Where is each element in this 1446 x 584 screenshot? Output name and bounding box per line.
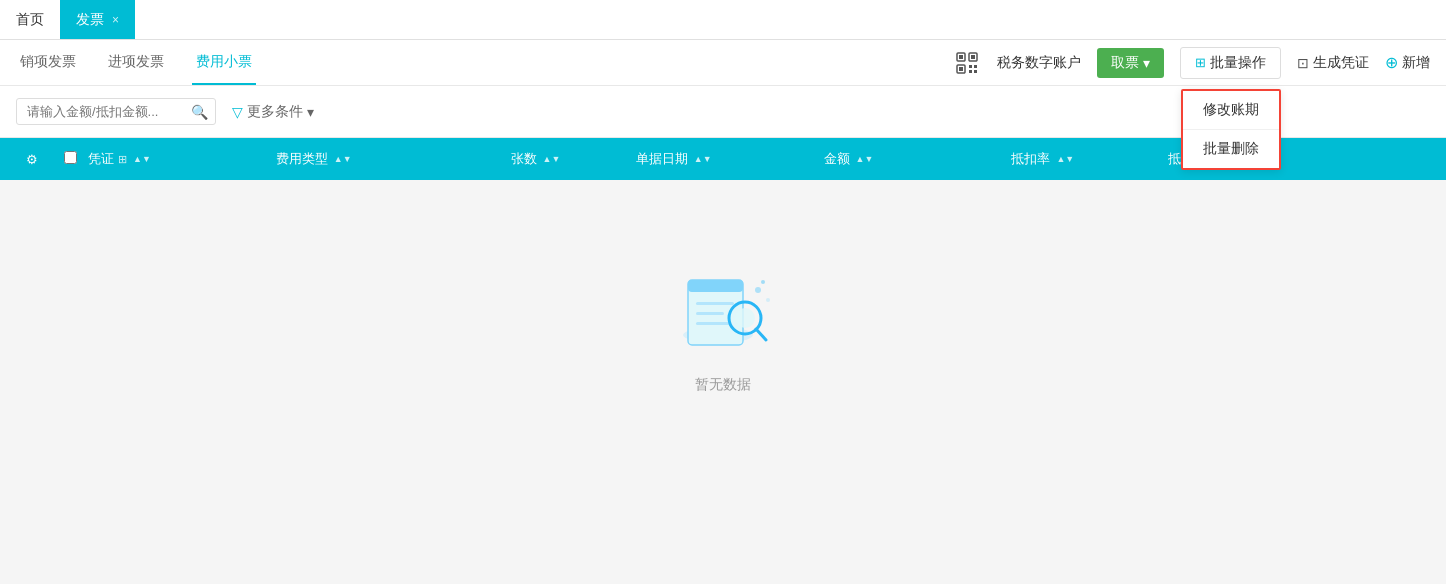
nav-tab-invoice[interactable]: 发票 × bbox=[60, 0, 135, 39]
svg-rect-6 bbox=[969, 65, 972, 68]
search-input[interactable] bbox=[16, 98, 216, 125]
dropdown-item-batch-delete[interactable]: 批量删除 bbox=[1183, 129, 1279, 168]
nav-tab-invoice-label: 发票 bbox=[76, 11, 104, 29]
svg-rect-12 bbox=[688, 280, 743, 292]
take-ticket-button[interactable]: 取票 ▾ bbox=[1097, 48, 1164, 78]
th-deduct-rate[interactable]: 抵扣率 ▲▼ bbox=[1011, 150, 1168, 168]
tab-input-invoice[interactable]: 进项发票 bbox=[104, 40, 168, 85]
th-date[interactable]: 单据日期 ▲▼ bbox=[636, 150, 824, 168]
th-count-sort-icon: ▲▼ bbox=[543, 155, 561, 164]
nav-tab-close-icon[interactable]: × bbox=[112, 13, 119, 27]
th-voucher-sort-icon: ▲▼ bbox=[133, 155, 151, 164]
th-gear[interactable]: ⚙ bbox=[12, 152, 52, 167]
search-icon: 🔍 bbox=[191, 104, 208, 120]
dropdown-item-modify-period[interactable]: 修改账期 bbox=[1183, 91, 1279, 129]
batch-op-label: 批量操作 bbox=[1210, 54, 1266, 72]
gen-voucher-label: 生成凭证 bbox=[1313, 54, 1369, 72]
filter-icon: ▽ bbox=[232, 104, 243, 120]
th-expense-sort-icon: ▲▼ bbox=[334, 155, 352, 164]
svg-rect-14 bbox=[696, 312, 724, 315]
th-amount-sort-icon: ▲▼ bbox=[856, 155, 874, 164]
th-voucher[interactable]: 凭证 ⊞ ▲▼ bbox=[88, 150, 276, 168]
sub-tabs-bar: 销项发票 进项发票 费用小票 税务数字账户 取票 ▾ bbox=[0, 40, 1446, 86]
svg-point-21 bbox=[761, 280, 765, 284]
tab-expense-ticket[interactable]: 费用小票 bbox=[192, 40, 256, 85]
th-amount[interactable]: 金额 ▲▼ bbox=[824, 150, 1012, 168]
tab-sales-invoice[interactable]: 销项发票 bbox=[16, 40, 80, 85]
svg-rect-8 bbox=[969, 70, 972, 73]
th-deduct-rate-sort-icon: ▲▼ bbox=[1056, 155, 1074, 164]
svg-rect-15 bbox=[696, 322, 729, 325]
th-expense-type[interactable]: 费用类型 ▲▼ bbox=[276, 150, 511, 168]
batch-op-dropdown: 修改账期 批量删除 bbox=[1181, 89, 1281, 170]
add-button[interactable]: ⊕ 新增 bbox=[1385, 53, 1430, 72]
add-label: 新增 bbox=[1402, 54, 1430, 72]
top-nav: 首页 发票 × bbox=[0, 0, 1446, 40]
svg-rect-9 bbox=[974, 70, 977, 73]
empty-state-text: 暂无数据 bbox=[695, 376, 751, 394]
th-checkbox[interactable] bbox=[52, 151, 88, 167]
th-count[interactable]: 张数 ▲▼ bbox=[511, 150, 636, 168]
sub-tabs-left: 销项发票 进项发票 费用小票 bbox=[16, 40, 256, 85]
batch-op-button[interactable]: ⊞ 批量操作 bbox=[1180, 47, 1281, 79]
more-conditions-label: 更多条件 bbox=[247, 103, 303, 121]
svg-point-17 bbox=[735, 308, 755, 328]
select-all-checkbox[interactable] bbox=[64, 151, 77, 164]
qr-code-icon[interactable] bbox=[953, 49, 981, 77]
batch-icon: ⊞ bbox=[1195, 55, 1206, 70]
empty-state-icon bbox=[663, 260, 783, 360]
th-date-sort-icon: ▲▼ bbox=[694, 155, 712, 164]
more-conditions-btn[interactable]: ▽ 更多条件 ▾ bbox=[232, 103, 314, 121]
svg-line-18 bbox=[756, 329, 766, 340]
svg-rect-5 bbox=[959, 67, 963, 71]
batch-op-wrapper: ⊞ 批量操作 修改账期 批量删除 bbox=[1180, 47, 1281, 79]
th-count-label: 张数 bbox=[511, 150, 537, 168]
svg-rect-7 bbox=[974, 65, 977, 68]
th-voucher-filter-icon: ⊞ bbox=[118, 153, 127, 166]
more-conditions-arrow-icon: ▾ bbox=[307, 104, 314, 120]
th-amount-label: 金额 bbox=[824, 150, 850, 168]
th-date-label: 单据日期 bbox=[636, 150, 688, 168]
svg-rect-3 bbox=[971, 55, 975, 59]
svg-point-20 bbox=[766, 298, 770, 302]
svg-rect-1 bbox=[959, 55, 963, 59]
gen-voucher-button[interactable]: ⊡ 生成凭证 bbox=[1297, 54, 1369, 72]
svg-point-19 bbox=[755, 287, 761, 293]
svg-rect-13 bbox=[696, 302, 734, 305]
nav-home[interactable]: 首页 bbox=[0, 0, 60, 39]
th-voucher-label: 凭证 bbox=[88, 150, 114, 168]
th-deduct-rate-label: 抵扣率 bbox=[1011, 150, 1050, 168]
sub-tabs-right: 税务数字账户 取票 ▾ ⊞ 批量操作 修改账期 批量删除 ⊡ 生成凭证 ⊕ 新增 bbox=[953, 47, 1430, 79]
gen-voucher-icon: ⊡ bbox=[1297, 55, 1309, 71]
take-ticket-dropdown-icon: ▾ bbox=[1143, 55, 1150, 71]
search-wrap: 🔍 bbox=[16, 98, 216, 125]
add-icon: ⊕ bbox=[1385, 53, 1398, 72]
take-ticket-label: 取票 bbox=[1111, 54, 1139, 72]
empty-state: 暂无数据 bbox=[0, 180, 1446, 454]
tax-digital-account-btn[interactable]: 税务数字账户 bbox=[997, 54, 1081, 72]
th-expense-label: 费用类型 bbox=[276, 150, 328, 168]
